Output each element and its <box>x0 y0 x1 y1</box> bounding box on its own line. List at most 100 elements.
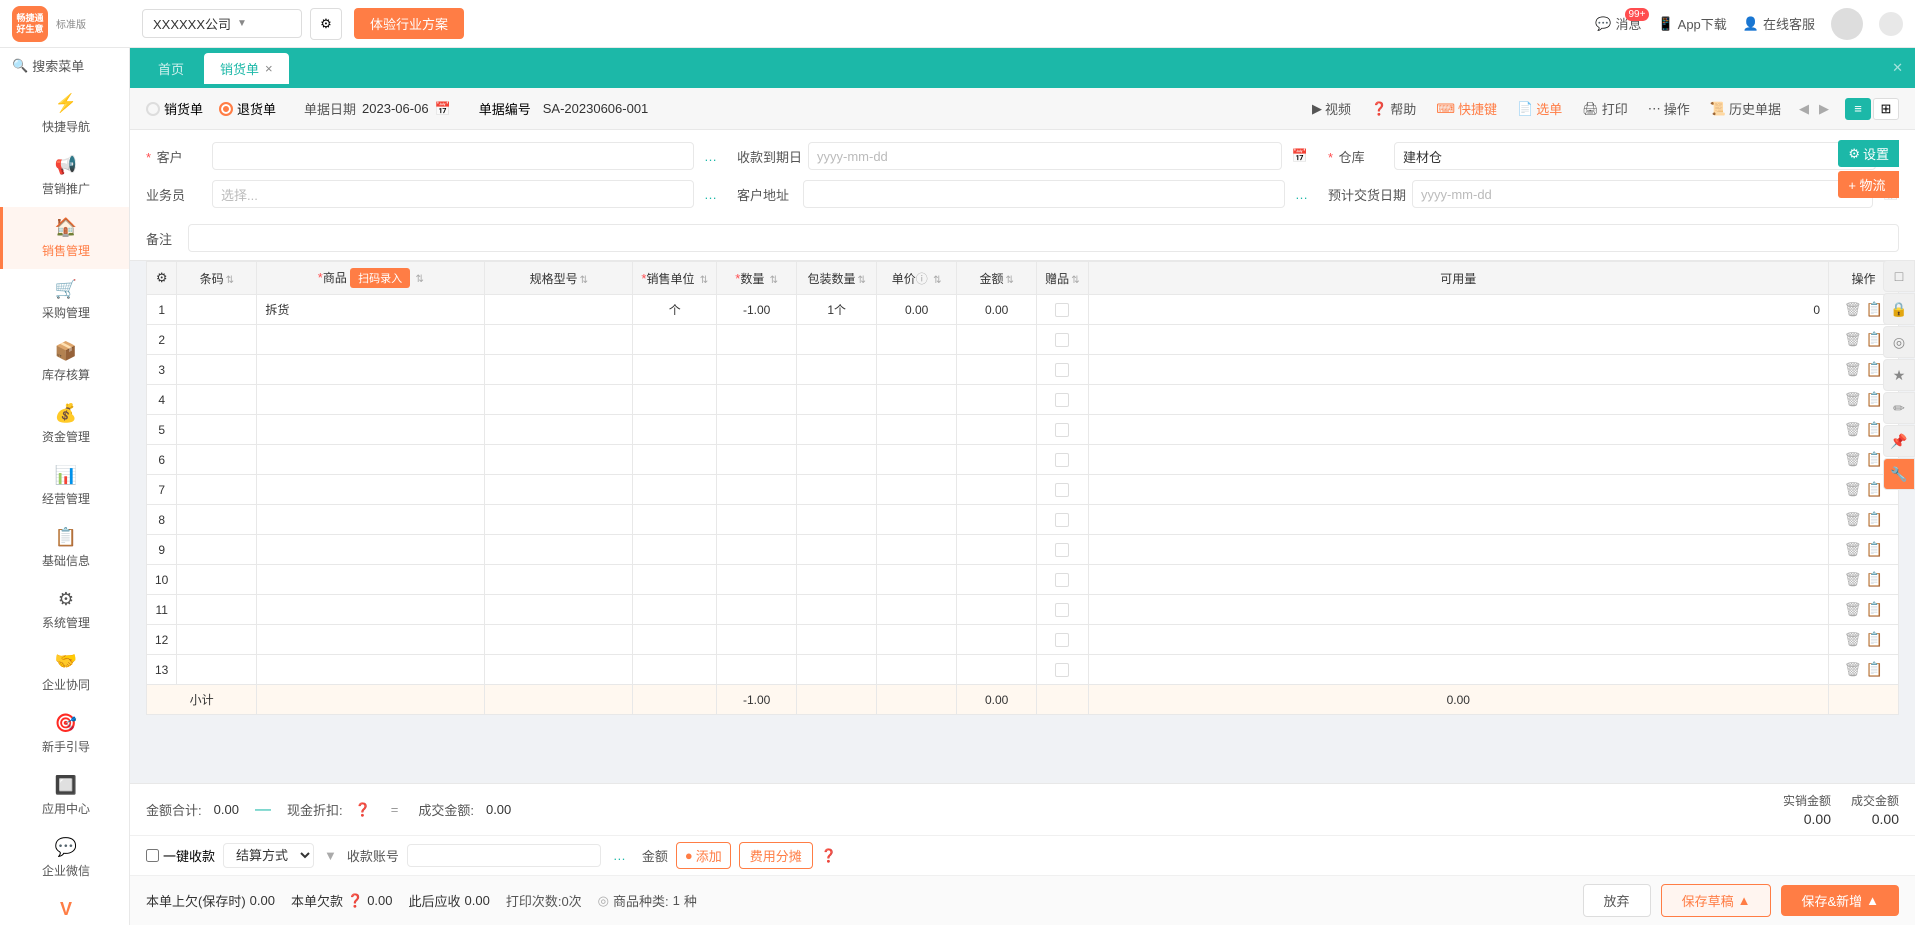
row-copy-btn[interactable]: 📋 <box>1866 631 1883 648</box>
float-icon-5[interactable]: ✏ <box>1883 392 1915 424</box>
save-draft-btn[interactable]: 保存草稿 ▲ <box>1661 884 1772 917</box>
select-btn[interactable]: 📄 选单 <box>1511 96 1568 121</box>
expense-split-btn[interactable]: 费用分摊 <box>739 842 813 869</box>
row-quantity[interactable] <box>717 325 797 355</box>
row-pack-qty[interactable] <box>797 415 877 445</box>
gift-sort-icon[interactable]: ⇅ <box>1071 275 1079 286</box>
payment-checkbox[interactable] <box>146 849 159 862</box>
row-product[interactable] <box>257 415 485 445</box>
row-pack-qty[interactable] <box>797 505 877 535</box>
tab-sales-order[interactable]: 销货单 × <box>204 53 289 84</box>
row-unit-price[interactable] <box>877 595 957 625</box>
sidebar-item-marketing[interactable]: 📢 营销推广 <box>0 145 129 207</box>
tab-home[interactable]: 首页 <box>142 53 200 84</box>
row-sales-unit[interactable] <box>633 625 717 655</box>
row-spec[interactable] <box>485 655 633 685</box>
logistics-btn[interactable]: + 物流 <box>1838 171 1899 198</box>
row-quantity[interactable] <box>717 535 797 565</box>
price-sort-icon[interactable]: ⇅ <box>933 275 941 286</box>
discard-btn[interactable]: 放弃 <box>1583 884 1651 917</box>
row-spec[interactable] <box>485 415 633 445</box>
tab-close-icon[interactable]: × <box>265 61 273 76</box>
row-spec[interactable] <box>485 295 633 325</box>
print-btn[interactable]: 🖨 打印 <box>1576 96 1634 121</box>
row-gift[interactable] <box>1037 475 1088 505</box>
row-barcode[interactable] <box>177 535 257 565</box>
row-delete-btn[interactable]: 🗑 <box>1844 421 1862 438</box>
row-unit-price[interactable]: 0.00 <box>877 295 957 325</box>
row-quantity[interactable] <box>717 385 797 415</box>
row-delete-btn[interactable]: 🗑 <box>1844 481 1862 498</box>
row-sales-unit[interactable] <box>633 565 717 595</box>
row-unit-price[interactable] <box>877 325 957 355</box>
row-quantity[interactable] <box>717 445 797 475</box>
row-copy-btn[interactable]: 📋 <box>1866 391 1883 408</box>
row-sales-unit[interactable] <box>633 325 717 355</box>
row-unit-price[interactable] <box>877 625 957 655</box>
row-spec[interactable] <box>485 595 633 625</box>
row-barcode[interactable] <box>177 565 257 595</box>
row-product[interactable] <box>257 535 485 565</box>
float-icon-orange[interactable]: 🔧 <box>1883 458 1915 490</box>
row-unit-price[interactable] <box>877 565 957 595</box>
row-spec[interactable] <box>485 325 633 355</box>
row-barcode[interactable] <box>177 625 257 655</box>
row-copy-btn[interactable]: 📋 <box>1866 331 1883 348</box>
notification-btn[interactable]: 💬 消息 99+ <box>1595 14 1641 33</box>
row-gift[interactable] <box>1037 385 1088 415</box>
row-amount[interactable] <box>957 505 1037 535</box>
scan-barcode-btn[interactable]: 扫码录入 <box>350 268 410 288</box>
row-copy-btn[interactable]: 📋 <box>1866 511 1883 528</box>
customer-more-icon[interactable]: … <box>704 149 717 164</box>
row-unit-price[interactable] <box>877 415 957 445</box>
list-view-btn[interactable]: ≡ <box>1845 98 1871 120</box>
experience-btn[interactable]: 体验行业方案 <box>354 8 464 39</box>
sidebar-item-operation[interactable]: 📊 经营管理 <box>0 455 129 517</box>
one-click-payment-checkbox[interactable]: 一键收款 <box>146 846 215 865</box>
row-spec[interactable] <box>485 385 633 415</box>
account-input[interactable] <box>407 844 601 867</box>
row-delete-btn[interactable]: 🗑 <box>1844 391 1862 408</box>
qty-sort-icon[interactable]: ⇅ <box>770 275 778 286</box>
salesperson-more-icon[interactable]: … <box>704 187 717 202</box>
row-spec[interactable] <box>485 355 633 385</box>
row-copy-btn[interactable]: 📋 <box>1866 571 1883 588</box>
row-gift[interactable] <box>1037 505 1088 535</box>
col-settings[interactable]: ⚙ <box>147 262 177 295</box>
row-unit-price[interactable] <box>877 355 957 385</box>
row-pack-qty[interactable] <box>797 325 877 355</box>
row-copy-btn[interactable]: 📋 <box>1866 661 1883 678</box>
help-btn[interactable]: ❓ 帮助 <box>1365 96 1422 121</box>
row-barcode[interactable] <box>177 475 257 505</box>
row-copy-btn[interactable]: 📋 <box>1866 601 1883 618</box>
row-barcode[interactable] <box>177 385 257 415</box>
row-product[interactable] <box>257 475 485 505</box>
payment-due-calendar-icon[interactable]: 📅 <box>1292 148 1308 164</box>
row-spec[interactable] <box>485 475 633 505</box>
row-barcode[interactable] <box>177 415 257 445</box>
sidebar-item-inventory[interactable]: 📦 库存核算 <box>0 331 129 393</box>
sidebar-item-member[interactable]: V 畅会员 <box>0 889 129 925</box>
row-delete-btn[interactable]: 🗑 <box>1844 511 1862 528</box>
sidebar-item-enterprise[interactable]: 🤝 企业协同 <box>0 641 129 703</box>
expected-delivery-input[interactable]: yyyy-mm-dd <box>1412 180 1873 208</box>
prev-arrow[interactable]: ◀ <box>1795 99 1813 119</box>
row-quantity[interactable]: -1.00 <box>717 295 797 325</box>
row-sales-unit[interactable] <box>633 475 717 505</box>
sidebar-search[interactable]: 🔍 搜索菜单 <box>0 48 129 83</box>
app-download-btn[interactable]: 📱 App下载 <box>1657 14 1726 33</box>
sidebar-item-app-center[interactable]: 🔲 应用中心 <box>0 765 129 827</box>
add-payment-btn[interactable]: ● 添加 <box>676 842 731 869</box>
row-amount[interactable] <box>957 415 1037 445</box>
row-pack-qty[interactable] <box>797 655 877 685</box>
sidebar-item-basic[interactable]: 📋 基础信息 <box>0 517 129 579</box>
pack-sort-icon[interactable]: ⇅ <box>857 275 865 286</box>
avatar-extra[interactable] <box>1879 12 1903 36</box>
row-quantity[interactable] <box>717 595 797 625</box>
row-gift[interactable] <box>1037 535 1088 565</box>
row-amount[interactable] <box>957 475 1037 505</box>
row-product[interactable] <box>257 505 485 535</box>
row-gift[interactable] <box>1037 295 1088 325</box>
row-sales-unit[interactable] <box>633 445 717 475</box>
row-sales-unit[interactable] <box>633 535 717 565</box>
